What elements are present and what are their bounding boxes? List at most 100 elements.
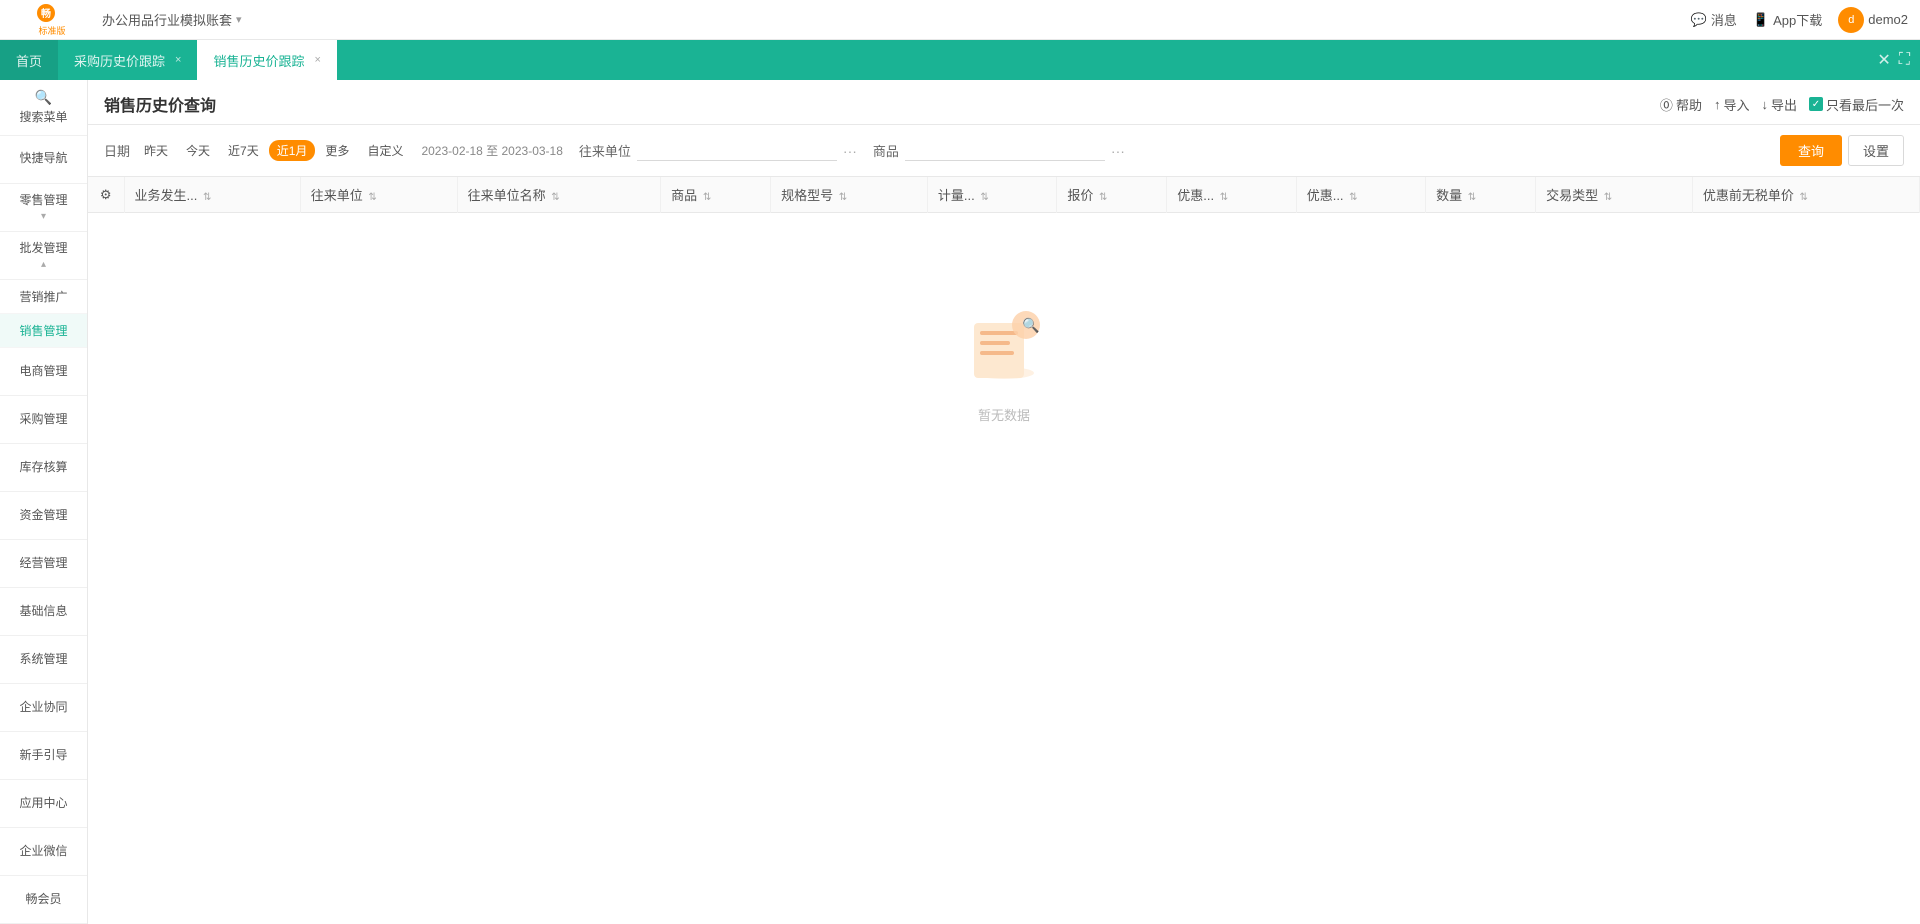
col-qty[interactable]: 数量 ⇅	[1426, 177, 1536, 213]
sort-icon: ⇅	[980, 192, 988, 203]
app-selector[interactable]: 办公用品行业模拟账套 ▾	[92, 10, 1691, 29]
only-last-toggle[interactable]: ✓ 只看最后一次	[1809, 95, 1904, 114]
sidebar-inventory-label: 库存核算	[19, 460, 67, 476]
sidebar-newbie-label: 新手引导	[19, 748, 67, 764]
sort-icon: ⇅	[1349, 192, 1357, 203]
sidebar-system-label: 系统管理	[19, 652, 67, 668]
date-btn-more[interactable]: 更多	[317, 140, 357, 161]
import-btn[interactable]: ↑ 导入	[1714, 95, 1750, 114]
col-partner-name[interactable]: 往来单位名称 ⇅	[457, 177, 661, 213]
tab-sales-history[interactable]: 销售历史价跟踪 ×	[197, 40, 336, 80]
sidebar-item-basic[interactable]: 基础信息	[0, 588, 87, 636]
settings-button[interactable]: 设置	[1848, 135, 1904, 166]
col-unit-label: 计量...	[938, 188, 975, 203]
sidebar-item-wholesale[interactable]: 批发管理 ▴	[0, 232, 87, 280]
help-btn[interactable]: ⓪ 帮助	[1660, 95, 1702, 114]
date-btn-last1month[interactable]: 近1月	[269, 140, 316, 161]
goods-filter-group: 商品 ···	[873, 141, 1125, 161]
sidebar-item-purchase[interactable]: 采购管理	[0, 396, 87, 444]
col-quote-label: 报价	[1067, 188, 1093, 203]
col-trade-type-label: 交易类型	[1546, 188, 1598, 203]
sidebar-item-newbie[interactable]: 新手引导	[0, 732, 87, 780]
tab-bar: 首页 采购历史价跟踪 × 销售历史价跟踪 × ✕ ⛶	[0, 40, 1920, 80]
partner-input[interactable]	[637, 141, 837, 161]
sidebar-item-app-center[interactable]: 应用中心	[0, 780, 87, 828]
logo-area: 畅 标准版	[12, 3, 92, 37]
sidebar-item-inventory[interactable]: 库存核算	[0, 444, 87, 492]
user-menu[interactable]: d demo2	[1838, 7, 1908, 33]
col-quote[interactable]: 报价 ⇅	[1057, 177, 1167, 213]
sidebar-item-ecommerce[interactable]: 电商管理	[0, 348, 87, 396]
col-qty-label: 数量	[1436, 188, 1462, 203]
avatar: d	[1838, 7, 1864, 33]
sidebar-item-marketing[interactable]: 营销推广	[0, 280, 87, 314]
col-trade-type[interactable]: 交易类型 ⇅	[1536, 177, 1693, 213]
help-icon: ⓪	[1660, 95, 1673, 114]
sidebar-enterprise-label: 企业协同	[19, 700, 67, 716]
sidebar-item-enterprise[interactable]: 企业协同	[0, 684, 87, 732]
col-unit[interactable]: 计量... ⇅	[927, 177, 1056, 213]
sort-icon: ⇅	[368, 192, 376, 203]
tab-home[interactable]: 首页	[0, 40, 58, 80]
tab-purchase-close-icon[interactable]: ×	[175, 54, 181, 66]
col-discount2[interactable]: 优惠... ⇅	[1296, 177, 1425, 213]
col-partner-code-label: 往来单位	[311, 188, 363, 203]
date-btn-custom[interactable]: 自定义	[359, 140, 411, 161]
sidebar-item-member[interactable]: 畅会员	[0, 876, 87, 924]
col-discount2-label: 优惠...	[1307, 188, 1344, 203]
col-settings[interactable]: ⚙	[88, 177, 124, 213]
sidebar-salesmgmt-label: 销售管理	[19, 322, 67, 339]
col-biz-date[interactable]: 业务发生... ⇅	[124, 177, 300, 213]
logo-icon: 畅	[36, 3, 68, 23]
date-label: 日期	[104, 141, 130, 160]
sidebar-item-corp-wechat[interactable]: 企业微信	[0, 828, 87, 876]
sort-icon: ⇅	[1099, 192, 1107, 203]
sort-icon: ⇅	[839, 192, 847, 203]
svg-text:🔍: 🔍	[1022, 316, 1039, 334]
app-download-btn[interactable]: 📱 App下载	[1753, 10, 1822, 29]
goods-input[interactable]	[905, 141, 1105, 161]
col-goods[interactable]: 商品 ⇅	[661, 177, 771, 213]
sidebar-item-shortcut[interactable]: 快捷导航	[0, 136, 87, 184]
goods-dots-btn[interactable]: ···	[1111, 143, 1125, 159]
message-btn[interactable]: 💬 消息	[1691, 10, 1737, 29]
col-biz-date-label: 业务发生...	[135, 188, 198, 203]
only-last-label: 只看最后一次	[1826, 95, 1904, 114]
sidebar-item-search[interactable]: 🔍 搜索菜单	[0, 80, 87, 136]
goods-label: 商品	[873, 141, 899, 160]
tab-purchase-history[interactable]: 采购历史价跟踪 ×	[58, 40, 197, 80]
query-button[interactable]: 查询	[1780, 135, 1842, 166]
col-discount1-label: 优惠...	[1177, 188, 1214, 203]
sidebar-item-retail[interactable]: 零售管理 ▾	[0, 184, 87, 232]
sidebar-finance-label: 资金管理	[19, 508, 67, 524]
col-partner-code[interactable]: 往来单位 ⇅	[300, 177, 457, 213]
col-spec[interactable]: 规格型号 ⇅	[771, 177, 928, 213]
sidebar-member-label: 畅会员	[25, 892, 61, 908]
tab-close-all-icon[interactable]: ✕	[1877, 50, 1890, 70]
export-btn[interactable]: ↓ 导出	[1761, 95, 1797, 114]
import-label: 导入	[1723, 95, 1749, 114]
empty-icon: 🔍	[954, 293, 1054, 393]
col-pretax-price[interactable]: 优惠前无税单价 ⇅	[1692, 177, 1919, 213]
tab-purchase-label: 采购历史价跟踪	[74, 51, 165, 70]
chevron-up-icon: ▴	[41, 259, 46, 270]
date-btn-today[interactable]: 今天	[178, 140, 218, 161]
sidebar-item-sales-mgmt[interactable]: 销售管理	[0, 314, 87, 348]
message-icon: 💬	[1691, 12, 1707, 28]
tab-fullscreen-icon[interactable]: ⛶	[1899, 51, 1910, 69]
filter-actions: 查询 设置	[1780, 135, 1904, 166]
tab-sales-close-icon[interactable]: ×	[314, 54, 320, 66]
tab-home-label: 首页	[16, 51, 42, 70]
date-btn-last7[interactable]: 近7天	[220, 140, 267, 161]
sidebar-item-finance[interactable]: 资金管理	[0, 492, 87, 540]
col-discount1[interactable]: 优惠... ⇅	[1167, 177, 1296, 213]
checkbox-checked-icon: ✓	[1809, 97, 1823, 111]
main-layout: 🔍 搜索菜单 快捷导航 零售管理 ▾ 批发管理 ▴ 营销推广 销售管理 电商管理…	[0, 80, 1920, 924]
sidebar-retail-label: 零售管理	[19, 193, 67, 209]
tab-bar-right: ✕ ⛶	[1877, 50, 1920, 70]
date-btn-yesterday[interactable]: 昨天	[136, 140, 176, 161]
sidebar-item-system[interactable]: 系统管理	[0, 636, 87, 684]
sidebar-item-operations[interactable]: 经营管理	[0, 540, 87, 588]
partner-dots-btn[interactable]: ···	[843, 143, 857, 159]
sort-icon: ⇅	[703, 192, 711, 203]
